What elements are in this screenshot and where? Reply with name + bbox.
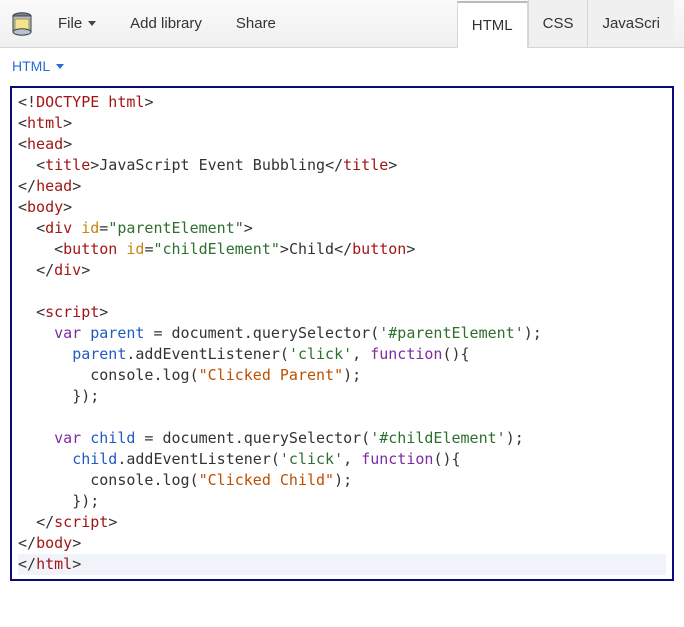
add-library-menu[interactable]: Add library (120, 9, 212, 38)
language-selector-label: HTML (12, 58, 50, 74)
tab-css-label: CSS (543, 15, 574, 32)
file-menu[interactable]: File (48, 9, 106, 38)
editor-subbar: HTML (0, 48, 684, 82)
top-toolbar: File Add library Share HTML CSS JavaScri (0, 0, 684, 48)
tab-css[interactable]: CSS (528, 0, 588, 47)
tab-js-label: JavaScri (602, 15, 660, 32)
tab-html-label: HTML (472, 17, 513, 34)
add-library-label: Add library (130, 15, 202, 32)
panel-tabs: HTML CSS JavaScri (457, 0, 674, 47)
caret-down-icon (56, 64, 64, 69)
file-menu-label: File (58, 15, 82, 32)
code-content: <!DOCTYPE html><html><head> <title>JavaS… (18, 92, 666, 575)
tab-javascript[interactable]: JavaScri (587, 0, 674, 47)
language-selector[interactable]: HTML (12, 58, 64, 74)
share-label: Share (236, 15, 276, 32)
tab-html[interactable]: HTML (457, 1, 528, 48)
caret-down-icon (88, 21, 96, 26)
code-editor[interactable]: <!DOCTYPE html><html><head> <title>JavaS… (10, 86, 674, 581)
app-logo-icon (10, 10, 34, 38)
share-menu[interactable]: Share (226, 9, 286, 38)
